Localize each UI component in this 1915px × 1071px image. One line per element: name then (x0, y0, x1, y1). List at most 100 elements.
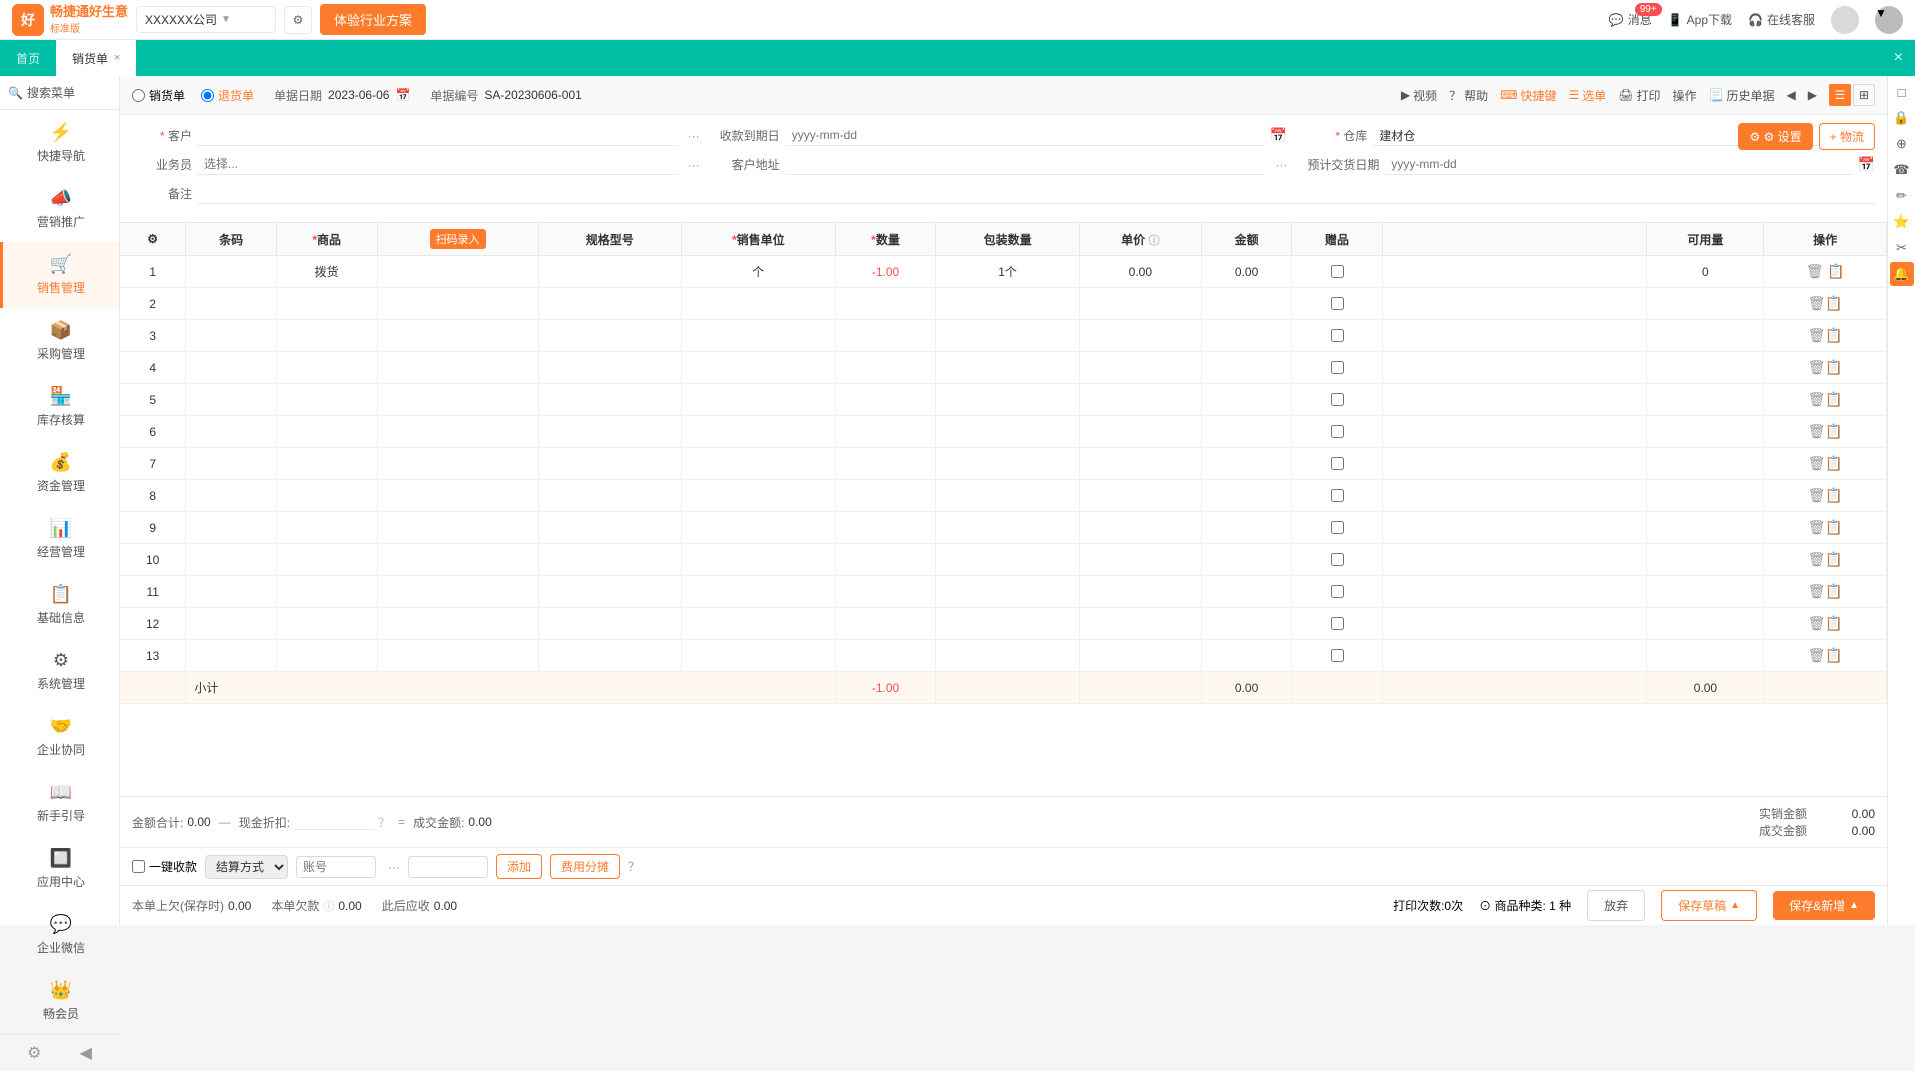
discount-input[interactable] (294, 815, 374, 830)
one-click-checkbox[interactable] (132, 860, 145, 873)
sidebar-item-finance[interactable]: 💰 资金管理 (0, 440, 119, 506)
rs-btn-6[interactable]: ⭐ (1890, 210, 1914, 234)
sidebar-item-marketing[interactable]: 📣 营销推广 (0, 176, 119, 242)
rs-btn-1[interactable]: □ (1890, 80, 1914, 104)
salesperson-picker[interactable]: ··· (688, 158, 700, 172)
gift-checkbox[interactable] (1331, 489, 1344, 502)
copy-row-btn[interactable]: 📋 (1825, 583, 1842, 599)
sidebar-item-member[interactable]: 👑 畅会员 (0, 968, 119, 1034)
copy-row-btn[interactable]: 📋 (1825, 423, 1842, 439)
delete-row-btn[interactable]: 🗑 (1808, 583, 1826, 599)
gift-checkbox[interactable] (1331, 521, 1344, 534)
sidebar-collapse-btn[interactable]: ◀ (80, 1043, 92, 1063)
trial-button[interactable]: 体验行业方案 (320, 4, 426, 35)
rs-btn-2[interactable]: 🔒 (1890, 106, 1914, 130)
copy-row-btn[interactable]: 📋 (1825, 519, 1842, 535)
gift-checkbox[interactable] (1331, 553, 1344, 566)
expected-date-input[interactable] (1385, 154, 1851, 175)
copy-row-btn[interactable]: 📋 (1825, 647, 1842, 663)
print-btn[interactable]: 🖨 打印 (1618, 87, 1660, 104)
gift-checkbox[interactable] (1331, 297, 1344, 310)
delete-row-btn[interactable]: 🗑 (1808, 423, 1826, 439)
account-input[interactable] (296, 856, 376, 878)
logistics-button[interactable]: + 物流 (1819, 123, 1875, 150)
delete-row-btn[interactable]: 🗑 (1808, 391, 1826, 407)
prev-btn[interactable]: ◀ (1787, 88, 1796, 102)
sidebar-item-purchase[interactable]: 📦 采购管理 (0, 308, 119, 374)
company-select[interactable]: XXXXXX公司 ▼ (136, 6, 276, 33)
discard-button[interactable]: 放弃 (1587, 890, 1645, 921)
copy-row-btn[interactable]: 📋 (1825, 615, 1842, 631)
settings-icon[interactable]: ⚙ (284, 6, 312, 34)
message-button[interactable]: 💬 消息 99+ (1609, 11, 1652, 28)
tab-home[interactable]: 首页 (0, 40, 56, 76)
delete-row-btn[interactable]: 🗑 (1808, 551, 1826, 567)
gift-checkbox[interactable] (1331, 361, 1344, 374)
sidebar-item-guide[interactable]: 📖 新手引导 (0, 770, 119, 836)
gift-checkbox[interactable] (1331, 585, 1344, 598)
delete-row-btn[interactable]: 🗑 (1808, 327, 1826, 343)
close-all-tabs[interactable]: × (1882, 40, 1915, 76)
delete-row-btn[interactable]: 🗑 (1808, 647, 1826, 663)
sidebar-item-basic-info[interactable]: 📋 基础信息 (0, 572, 119, 638)
delete-row-btn[interactable]: 🗑 (1808, 615, 1826, 631)
rs-btn-4[interactable]: ☎ (1890, 158, 1914, 182)
user-dropdown[interactable]: ▼ (1875, 6, 1903, 34)
copy-row-btn[interactable]: 📋 (1827, 263, 1844, 279)
fee-split-btn[interactable]: 费用分摊 (550, 854, 620, 879)
sidebar-item-collab[interactable]: 🤝 企业协同 (0, 704, 119, 770)
sidebar-search[interactable]: 🔍 搜索菜单 (0, 76, 119, 110)
amount-input[interactable] (408, 856, 488, 878)
gift-checkbox[interactable] (1331, 649, 1344, 662)
gift-checkbox[interactable] (1331, 457, 1344, 470)
next-btn[interactable]: ▶ (1808, 88, 1817, 102)
save-new-button[interactable]: 保存&新增 ▲ (1773, 891, 1875, 920)
history-btn[interactable]: 📃 历史单据 (1709, 87, 1775, 104)
radio-return[interactable]: 退货单 (201, 87, 254, 104)
rs-btn-5[interactable]: ✏ (1890, 184, 1914, 208)
delete-row-btn[interactable]: 🗑 (1808, 295, 1826, 311)
video-btn[interactable]: ▶ 视频 (1401, 87, 1437, 104)
col-settings[interactable]: ⚙ (120, 223, 186, 256)
copy-row-btn[interactable]: 📋 (1825, 295, 1842, 311)
address-input[interactable] (786, 154, 1266, 175)
delete-row-btn[interactable]: 🗑 (1806, 263, 1824, 279)
save-draft-button[interactable]: 保存草稿 ▲ (1661, 890, 1757, 921)
doc-shortage-help[interactable]: ⓘ (323, 898, 334, 914)
customer-picker[interactable]: ··· (688, 129, 700, 143)
delete-row-btn[interactable]: 🗑 (1808, 359, 1826, 375)
copy-row-btn[interactable]: 📋 (1825, 551, 1842, 567)
service-button[interactable]: 🎧 在线客服 (1748, 11, 1815, 28)
gift-checkbox[interactable] (1331, 617, 1344, 630)
sidebar-settings-btn[interactable]: ⚙ (27, 1043, 41, 1063)
copy-row-btn[interactable]: 📋 (1825, 359, 1842, 375)
due-date-calendar-icon[interactable]: 📅 (1270, 127, 1287, 144)
grid-view-btn[interactable]: ⊞ (1853, 84, 1875, 106)
scan-btn[interactable]: 扫码录入 (430, 229, 486, 249)
radio-sale[interactable]: 销货单 (132, 87, 185, 104)
sidebar-item-wechat[interactable]: 💬 企业微信 (0, 902, 119, 968)
gift-checkbox[interactable] (1331, 425, 1344, 438)
one-click-payment[interactable]: 一键收款 (132, 858, 197, 875)
account-picker[interactable]: ··· (388, 860, 400, 874)
operate-btn[interactable]: 操作 (1673, 87, 1697, 104)
delete-row-btn[interactable]: 🗑 (1808, 487, 1826, 503)
rs-btn-3[interactable]: ⊕ (1890, 132, 1914, 156)
copy-row-btn[interactable]: 📋 (1825, 327, 1842, 343)
gift-checkbox[interactable] (1331, 393, 1344, 406)
payment-method-select[interactable]: 结算方式 (205, 855, 288, 879)
app-download-button[interactable]: 📱 App下载 (1668, 11, 1732, 28)
help-btn[interactable]: ？ 帮助 (1449, 87, 1488, 104)
expected-date-calendar-icon[interactable]: 📅 (1858, 156, 1875, 173)
shortcut-btn[interactable]: ⌨ 快捷键 (1500, 87, 1556, 104)
copy-row-btn[interactable]: 📋 (1825, 487, 1842, 503)
payment-help-icon[interactable]: ？ (628, 858, 640, 875)
avatar[interactable] (1831, 6, 1859, 34)
delete-row-btn[interactable]: 🗑 (1808, 455, 1826, 471)
gift-checkbox[interactable] (1331, 329, 1344, 342)
sidebar-item-quick-nav[interactable]: ⚡ 快捷导航 (0, 110, 119, 176)
sidebar-item-sales[interactable]: 🛒 销售管理 (0, 242, 119, 308)
salesperson-input[interactable] (198, 154, 678, 175)
settings-button[interactable]: ⚙ ⚙ 设置 (1738, 123, 1812, 150)
customer-input[interactable] (198, 125, 678, 146)
